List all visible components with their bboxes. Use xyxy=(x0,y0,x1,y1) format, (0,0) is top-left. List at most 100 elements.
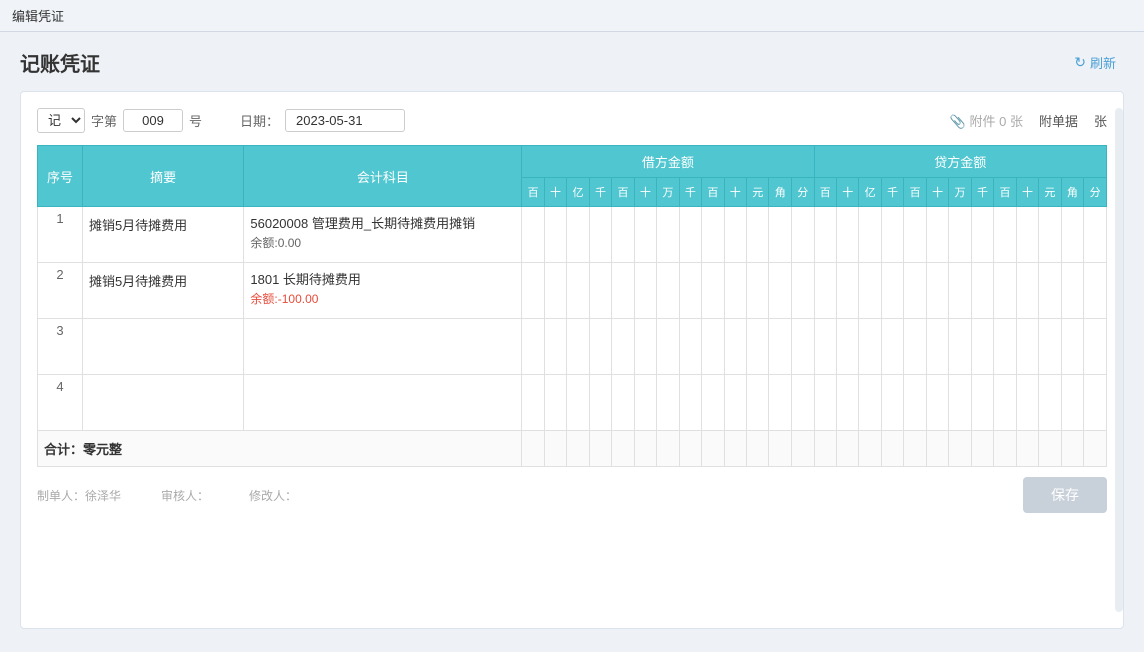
credit-cell-6[interactable] xyxy=(949,375,971,431)
debit-cell-10[interactable] xyxy=(747,319,769,375)
debit-cell-11[interactable] xyxy=(769,319,791,375)
save-button[interactable]: 保存 xyxy=(1023,477,1107,513)
debit-cell-7[interactable] xyxy=(679,207,701,263)
debit-cell-7[interactable] xyxy=(679,263,701,319)
debit-cell-10[interactable] xyxy=(747,375,769,431)
credit-cell-4[interactable] xyxy=(904,263,926,319)
cell-summary[interactable]: 摊销5月待摊费用 xyxy=(82,263,243,319)
debit-cell-5[interactable] xyxy=(634,263,656,319)
credit-cell-1[interactable] xyxy=(836,375,858,431)
debit-cell-7[interactable] xyxy=(679,375,701,431)
debit-cell-7[interactable] xyxy=(679,319,701,375)
debit-cell-4[interactable] xyxy=(612,263,634,319)
credit-cell-3[interactable] xyxy=(881,375,903,431)
debit-cell-2[interactable] xyxy=(567,319,589,375)
credit-cell-8[interactable] xyxy=(994,263,1016,319)
scrollbar[interactable] xyxy=(1115,108,1123,612)
credit-cell-7[interactable] xyxy=(971,319,993,375)
credit-cell-2[interactable] xyxy=(859,207,881,263)
cell-summary[interactable]: 摊销5月待摊费用 xyxy=(82,207,243,263)
debit-cell-5[interactable] xyxy=(634,319,656,375)
debit-cell-9[interactable] xyxy=(724,375,746,431)
credit-cell-3[interactable] xyxy=(881,263,903,319)
credit-cell-9[interactable] xyxy=(1016,207,1038,263)
debit-cell-3[interactable] xyxy=(589,207,611,263)
debit-cell-12[interactable] xyxy=(791,263,814,319)
debit-cell-11[interactable] xyxy=(769,207,791,263)
debit-cell-9[interactable] xyxy=(724,319,746,375)
credit-cell-4[interactable] xyxy=(904,319,926,375)
debit-cell-3[interactable] xyxy=(589,375,611,431)
debit-cell-9[interactable] xyxy=(724,263,746,319)
credit-cell-0[interactable] xyxy=(814,263,836,319)
refresh-button[interactable]: ↻ 刷新 xyxy=(1066,49,1124,76)
debit-cell-3[interactable] xyxy=(589,319,611,375)
debit-cell-3[interactable] xyxy=(589,263,611,319)
debit-cell-1[interactable] xyxy=(544,207,566,263)
voucher-type-select[interactable]: 记 收 付 转 xyxy=(37,108,85,133)
debit-cell-0[interactable] xyxy=(522,207,544,263)
debit-cell-2[interactable] xyxy=(567,375,589,431)
debit-cell-1[interactable] xyxy=(544,375,566,431)
debit-cell-1[interactable] xyxy=(544,319,566,375)
credit-cell-12[interactable] xyxy=(1084,207,1107,263)
credit-cell-0[interactable] xyxy=(814,207,836,263)
credit-cell-11[interactable] xyxy=(1061,207,1083,263)
debit-cell-9[interactable] xyxy=(724,207,746,263)
voucher-number-input[interactable] xyxy=(123,109,183,132)
credit-cell-12[interactable] xyxy=(1084,375,1107,431)
credit-cell-5[interactable] xyxy=(926,319,948,375)
debit-cell-0[interactable] xyxy=(522,319,544,375)
credit-cell-3[interactable] xyxy=(881,319,903,375)
credit-cell-2[interactable] xyxy=(859,263,881,319)
credit-cell-10[interactable] xyxy=(1039,207,1061,263)
credit-cell-10[interactable] xyxy=(1039,263,1061,319)
credit-cell-12[interactable] xyxy=(1084,319,1107,375)
debit-cell-11[interactable] xyxy=(769,375,791,431)
debit-cell-11[interactable] xyxy=(769,263,791,319)
debit-cell-6[interactable] xyxy=(657,263,679,319)
debit-cell-6[interactable] xyxy=(657,207,679,263)
cell-account[interactable] xyxy=(244,319,522,375)
credit-cell-8[interactable] xyxy=(994,319,1016,375)
credit-cell-5[interactable] xyxy=(926,207,948,263)
credit-cell-7[interactable] xyxy=(971,207,993,263)
debit-cell-8[interactable] xyxy=(702,207,724,263)
credit-cell-9[interactable] xyxy=(1016,375,1038,431)
credit-cell-8[interactable] xyxy=(994,375,1016,431)
credit-cell-1[interactable] xyxy=(836,207,858,263)
debit-cell-12[interactable] xyxy=(791,319,814,375)
credit-cell-6[interactable] xyxy=(949,207,971,263)
cell-account[interactable]: 56020008 管理费用_长期待摊费用摊销余额:0.00 xyxy=(244,207,522,263)
credit-cell-0[interactable] xyxy=(814,319,836,375)
debit-cell-5[interactable] xyxy=(634,375,656,431)
debit-cell-8[interactable] xyxy=(702,319,724,375)
credit-cell-11[interactable] xyxy=(1061,263,1083,319)
debit-cell-8[interactable] xyxy=(702,263,724,319)
debit-cell-12[interactable] xyxy=(791,375,814,431)
credit-cell-2[interactable] xyxy=(859,319,881,375)
credit-cell-10[interactable] xyxy=(1039,319,1061,375)
debit-cell-2[interactable] xyxy=(567,263,589,319)
debit-cell-6[interactable] xyxy=(657,319,679,375)
cell-summary[interactable] xyxy=(82,319,243,375)
credit-cell-7[interactable] xyxy=(971,263,993,319)
debit-cell-2[interactable] xyxy=(567,207,589,263)
credit-cell-5[interactable] xyxy=(926,263,948,319)
credit-cell-11[interactable] xyxy=(1061,319,1083,375)
credit-cell-7[interactable] xyxy=(971,375,993,431)
credit-cell-9[interactable] xyxy=(1016,263,1038,319)
credit-cell-10[interactable] xyxy=(1039,375,1061,431)
debit-cell-0[interactable] xyxy=(522,263,544,319)
debit-cell-10[interactable] xyxy=(747,207,769,263)
cell-account[interactable] xyxy=(244,375,522,431)
credit-cell-1[interactable] xyxy=(836,319,858,375)
credit-cell-8[interactable] xyxy=(994,207,1016,263)
debit-cell-5[interactable] xyxy=(634,207,656,263)
debit-cell-12[interactable] xyxy=(791,207,814,263)
date-input[interactable] xyxy=(285,109,405,132)
debit-cell-4[interactable] xyxy=(612,375,634,431)
debit-cell-4[interactable] xyxy=(612,319,634,375)
debit-cell-10[interactable] xyxy=(747,263,769,319)
attachment-link[interactable]: 📎 附件 0 张 xyxy=(950,111,1023,130)
